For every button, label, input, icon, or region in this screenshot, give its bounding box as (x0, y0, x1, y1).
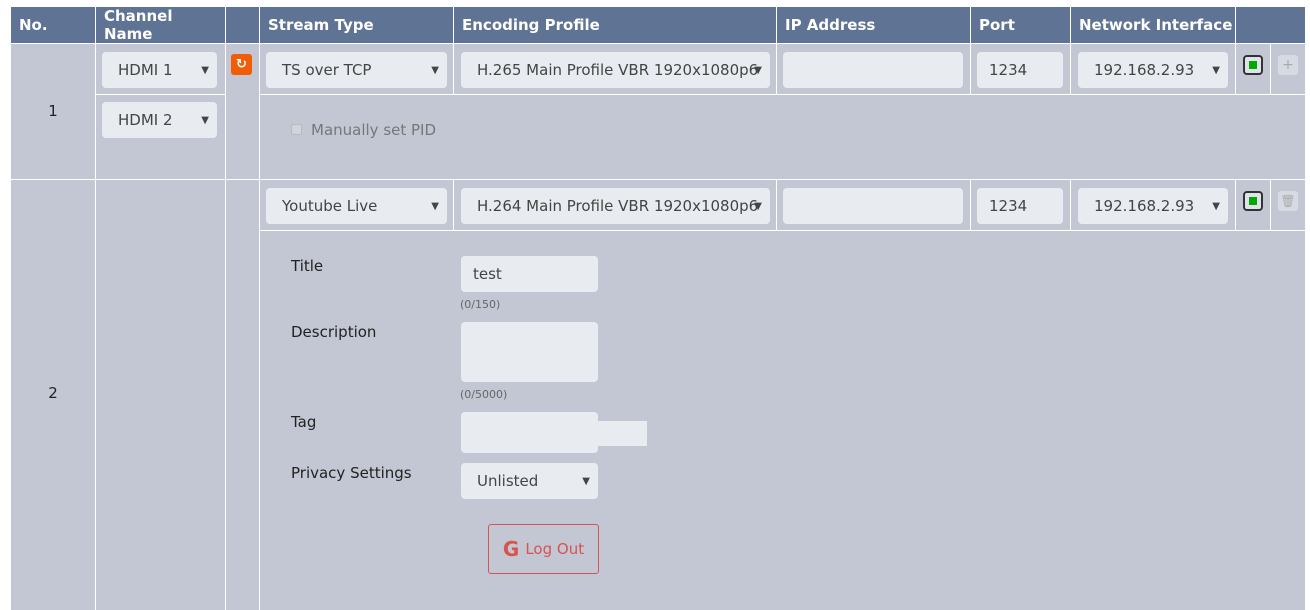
chevron-down-icon: ▼ (754, 64, 762, 76)
description-label: Description (291, 323, 377, 341)
header-port: Port (971, 7, 1070, 43)
title-char-count: (0/150) (460, 298, 501, 311)
row-number: 1 (48, 102, 58, 120)
chevron-down-icon: ▼ (582, 475, 590, 487)
row-number: 2 (48, 384, 58, 402)
select-value: 192.168.2.93 (1094, 61, 1195, 79)
header-no: No. (11, 7, 95, 43)
select-value: HDMI 1 (118, 61, 173, 79)
chevron-down-icon: ▼ (1212, 64, 1220, 76)
description-char-count: (0/5000) (460, 388, 508, 401)
status-square-icon (1249, 61, 1257, 69)
stop-button[interactable] (1243, 55, 1263, 75)
tag-input[interactable] (461, 412, 598, 453)
title-input[interactable]: test (461, 256, 598, 292)
swap-icon[interactable]: ↻ (231, 54, 252, 75)
header-network-interface: Network Interface (1071, 7, 1235, 43)
header-encoding-profile: Encoding Profile (454, 7, 776, 43)
privacy-settings-label: Privacy Settings (291, 464, 412, 482)
encoding-profile-select[interactable]: H.265 Main Profile VBR 1920x1080p6 ▼ (461, 52, 770, 88)
port-input[interactable]: 1234 (977, 52, 1063, 88)
channel-select-1[interactable]: HDMI 1 ▼ (102, 52, 217, 88)
ip-address-input[interactable] (783, 188, 963, 224)
chevron-down-icon: ▼ (431, 64, 439, 76)
chevron-down-icon: ▼ (201, 64, 209, 76)
title-label: Title (291, 257, 324, 275)
select-value: H.265 Main Profile VBR 1920x1080p6 (477, 61, 759, 79)
channel-select-2[interactable]: HDMI 2 ▼ (102, 102, 217, 138)
network-interface-select[interactable]: 192.168.2.93 ▼ (1078, 188, 1228, 224)
network-interface-select[interactable]: 192.168.2.93 ▼ (1078, 52, 1228, 88)
add-button[interactable]: + (1278, 55, 1298, 75)
select-value: 192.168.2.93 (1094, 197, 1195, 215)
status-square-icon (1249, 197, 1257, 205)
plus-icon: + (1282, 57, 1294, 73)
header-blank (226, 7, 259, 43)
privacy-settings-select[interactable]: Unlisted ▼ (461, 463, 598, 499)
stream-type-select[interactable]: Youtube Live ▼ (266, 188, 447, 224)
logout-label: Log Out (525, 540, 585, 558)
port-input[interactable]: 1234 (977, 188, 1063, 224)
logout-button[interactable]: G Log Out (488, 524, 599, 574)
select-value: HDMI 2 (118, 111, 173, 129)
chevron-down-icon: ▼ (431, 200, 439, 212)
select-value: Youtube Live (282, 197, 378, 215)
header-stream-type: Stream Type (260, 7, 453, 43)
header-actions (1236, 7, 1305, 43)
tag-label: Tag (291, 413, 317, 431)
select-value: Unlisted (477, 472, 539, 490)
header-ip-address: IP Address (777, 7, 970, 43)
select-value: TS over TCP (282, 61, 372, 79)
encoding-profile-select[interactable]: H.264 Main Profile VBR 1920x1080p6 ▼ (461, 188, 770, 224)
ip-address-input[interactable] (783, 52, 963, 88)
chevron-down-icon: ▼ (201, 114, 209, 126)
chevron-down-icon: ▼ (1212, 200, 1220, 212)
trash-icon: 🗑 (1280, 194, 1296, 208)
stop-button[interactable] (1243, 191, 1263, 211)
manual-pid-label: Manually set PID (311, 121, 437, 139)
header-channel-name: Channel Name (96, 7, 225, 43)
chevron-down-icon: ▼ (754, 200, 762, 212)
stream-type-select[interactable]: TS over TCP ▼ (266, 52, 447, 88)
manual-pid-checkbox[interactable] (291, 124, 302, 135)
tag-input-extension[interactable] (597, 421, 647, 446)
delete-button[interactable]: 🗑 (1278, 191, 1298, 211)
description-textarea[interactable] (461, 322, 598, 382)
google-icon: G (502, 537, 520, 561)
select-value: H.264 Main Profile VBR 1920x1080p6 (477, 197, 759, 215)
